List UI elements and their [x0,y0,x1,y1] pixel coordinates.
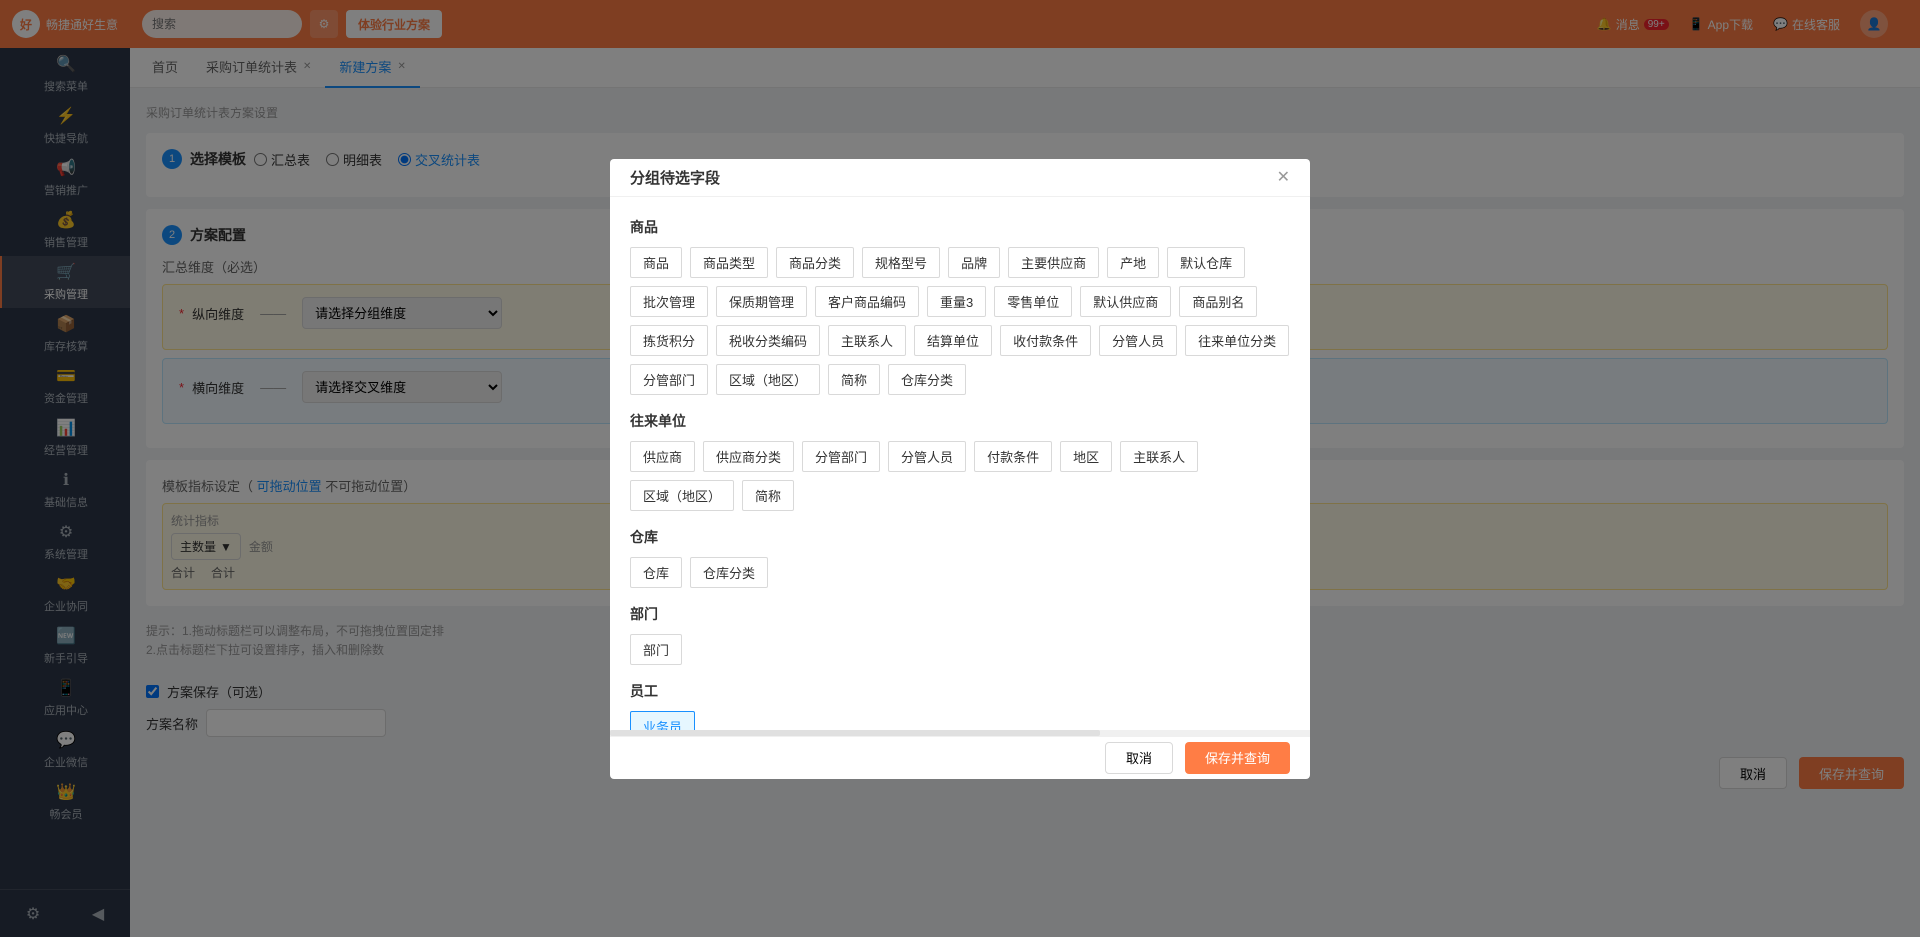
modal-confirm-button[interactable]: 保存并查询 [1185,742,1290,774]
field-tag-0-7[interactable]: 默认仓库 [1167,247,1245,278]
field-tag-0-16[interactable]: 税收分类编码 [716,325,820,356]
section-title-1: 往来单位 [630,411,1290,431]
field-tag-0-10[interactable]: 客户商品编码 [815,286,919,317]
field-tag-0-11[interactable]: 重量3 [927,286,986,317]
field-tag-1-2[interactable]: 分管部门 [802,441,880,472]
field-tag-0-20[interactable]: 分管人员 [1099,325,1177,356]
section-title-2: 仓库 [630,527,1290,547]
field-tag-4-0[interactable]: 业务员 [630,711,695,730]
field-tag-0-8[interactable]: 批次管理 [630,286,708,317]
field-tag-1-1[interactable]: 供应商分类 [703,441,794,472]
modal-overlay: 分组待选字段 ✕ 商品商品商品类型商品分类规格型号品牌主要供应商产地默认仓库批次… [0,0,1920,937]
field-tag-0-12[interactable]: 零售单位 [994,286,1072,317]
field-tag-1-6[interactable]: 主联系人 [1120,441,1198,472]
field-tag-0-9[interactable]: 保质期管理 [716,286,807,317]
modal-title: 分组待选字段 [630,167,720,188]
field-tag-1-7[interactable]: 区域（地区） [630,480,734,511]
field-tag-0-22[interactable]: 分管部门 [630,364,708,395]
field-tag-1-0[interactable]: 供应商 [630,441,695,472]
field-tag-0-24[interactable]: 简称 [828,364,880,395]
field-tag-0-15[interactable]: 拣货积分 [630,325,708,356]
field-tag-1-4[interactable]: 付款条件 [974,441,1052,472]
field-tag-0-21[interactable]: 往来单位分类 [1185,325,1289,356]
field-tag-0-3[interactable]: 规格型号 [862,247,940,278]
field-tag-0-2[interactable]: 商品分类 [776,247,854,278]
field-grid-0: 商品商品类型商品分类规格型号品牌主要供应商产地默认仓库批次管理保质期管理客户商品… [630,247,1290,395]
field-tag-3-0[interactable]: 部门 [630,634,682,665]
field-tag-0-0[interactable]: 商品 [630,247,682,278]
modal-header: 分组待选字段 ✕ [610,159,1310,198]
modal-cancel-button[interactable]: 取消 [1105,742,1173,774]
field-tag-1-8[interactable]: 简称 [742,480,794,511]
section-title-0: 商品 [630,217,1290,237]
field-tag-0-4[interactable]: 品牌 [948,247,1000,278]
modal-close-button[interactable]: ✕ [1277,167,1290,187]
field-grid-2: 仓库仓库分类 [630,557,1290,588]
field-tag-0-19[interactable]: 收付款条件 [1000,325,1091,356]
field-tag-2-0[interactable]: 仓库 [630,557,682,588]
field-tag-0-17[interactable]: 主联系人 [828,325,906,356]
field-tag-0-6[interactable]: 产地 [1107,247,1159,278]
modal-footer: 取消 保存并查询 [610,736,1310,778]
field-tag-1-5[interactable]: 地区 [1060,441,1112,472]
field-tag-0-25[interactable]: 仓库分类 [888,364,966,395]
field-tag-2-1[interactable]: 仓库分类 [690,557,768,588]
section-title-4: 员工 [630,681,1290,701]
field-tag-0-1[interactable]: 商品类型 [690,247,768,278]
field-select-modal: 分组待选字段 ✕ 商品商品商品类型商品分类规格型号品牌主要供应商产地默认仓库批次… [610,159,1310,779]
field-grid-3: 部门 [630,634,1290,665]
field-tag-0-5[interactable]: 主要供应商 [1008,247,1099,278]
field-grid-1: 供应商供应商分类分管部门分管人员付款条件地区主联系人区域（地区） 简称 [630,441,1290,511]
section-title-3: 部门 [630,604,1290,624]
field-tag-0-14[interactable]: 商品别名 [1179,286,1257,317]
field-tag-0-18[interactable]: 结算单位 [914,325,992,356]
field-grid-4: 业务员 [630,711,1290,730]
field-tag-0-23[interactable]: 区域（地区） [716,364,820,395]
field-tag-1-3[interactable]: 分管人员 [888,441,966,472]
field-tag-0-13[interactable]: 默认供应商 [1080,286,1171,317]
modal-body: 商品商品商品类型商品分类规格型号品牌主要供应商产地默认仓库批次管理保质期管理客户… [610,197,1310,730]
